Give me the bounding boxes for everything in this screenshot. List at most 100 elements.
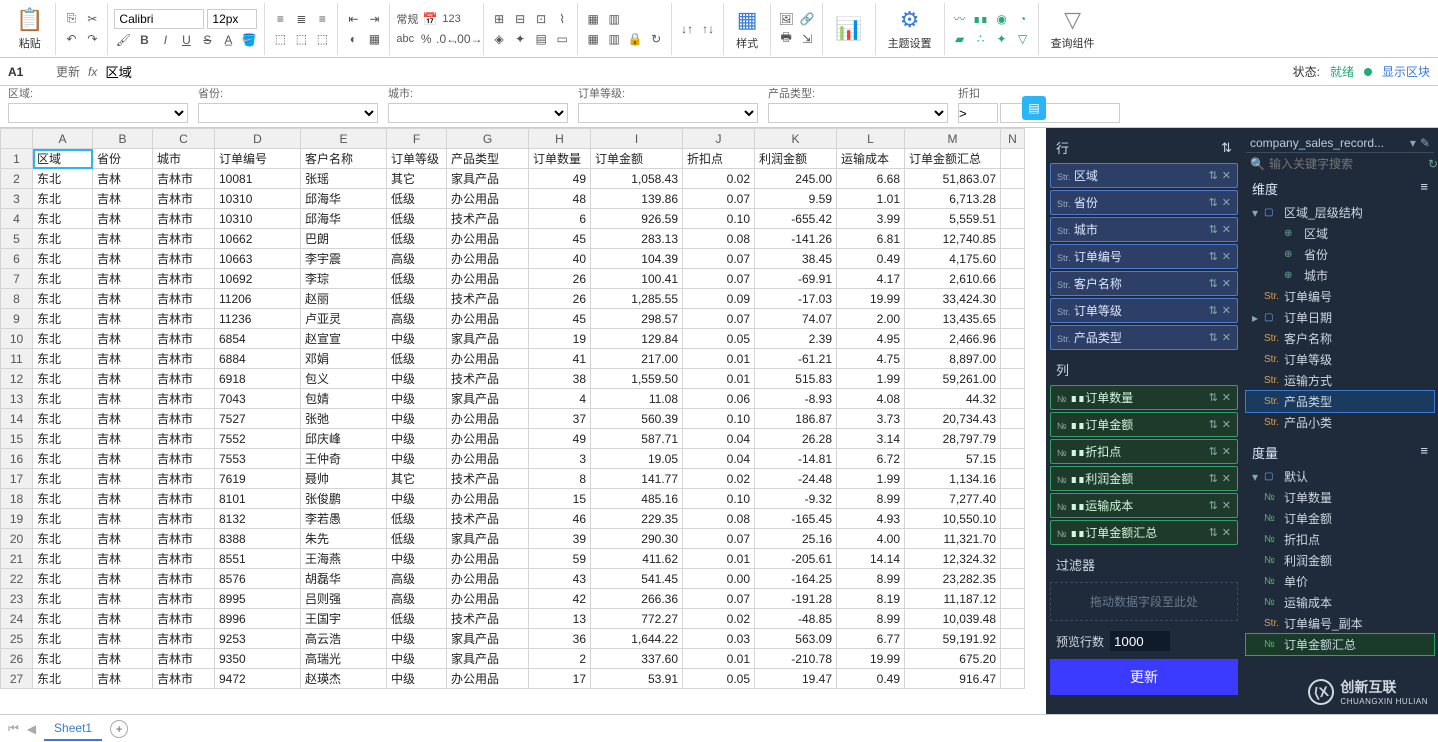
col-header[interactable]: F bbox=[387, 129, 447, 149]
cell[interactable]: 0.10 bbox=[683, 409, 755, 429]
cell[interactable]: 4,175.60 bbox=[905, 249, 1001, 269]
cell[interactable]: 办公用品 bbox=[447, 409, 529, 429]
cell[interactable]: 中级 bbox=[387, 329, 447, 349]
header-cell[interactable]: 折扣点 bbox=[683, 149, 755, 169]
cell[interactable]: 技术产品 bbox=[447, 209, 529, 229]
row-header[interactable]: 13 bbox=[1, 389, 33, 409]
cell[interactable]: 东北 bbox=[33, 589, 93, 609]
cell[interactable]: 办公用品 bbox=[447, 549, 529, 569]
sort-icon[interactable]: ⇅ bbox=[1209, 250, 1218, 263]
cell[interactable]: 家具产品 bbox=[447, 169, 529, 189]
cell[interactable]: 低级 bbox=[387, 289, 447, 309]
cell[interactable]: 10310 bbox=[215, 189, 301, 209]
cell[interactable]: 东北 bbox=[33, 509, 93, 529]
row-header[interactable]: 16 bbox=[1, 449, 33, 469]
sort-icon[interactable]: ⇅ bbox=[1221, 140, 1232, 156]
cell[interactable]: 吉林 bbox=[93, 169, 153, 189]
cell[interactable] bbox=[1001, 349, 1025, 369]
cell[interactable]: 14.14 bbox=[837, 549, 905, 569]
row-header[interactable]: 11 bbox=[1, 349, 33, 369]
cell[interactable]: 0.01 bbox=[683, 349, 755, 369]
header-cell[interactable]: 订单等级 bbox=[387, 149, 447, 169]
image-icon[interactable]: 🖼 bbox=[777, 10, 795, 28]
cell[interactable]: 8101 bbox=[215, 489, 301, 509]
edit-icon[interactable]: ✎ bbox=[1420, 136, 1430, 150]
cell[interactable]: 8576 bbox=[215, 569, 301, 589]
measure-item[interactable]: №利润金额 bbox=[1246, 550, 1434, 571]
col-header[interactable]: G bbox=[447, 129, 529, 149]
cell[interactable]: 0.03 bbox=[683, 629, 755, 649]
sheet-tab[interactable]: Sheet1 bbox=[44, 717, 102, 741]
cell[interactable]: -165.45 bbox=[755, 509, 837, 529]
font-color-icon[interactable]: A̲ bbox=[219, 31, 237, 49]
cell[interactable]: 包义 bbox=[301, 369, 387, 389]
sparkle-icon[interactable]: ✦ bbox=[511, 30, 529, 48]
cell[interactable]: 办公用品 bbox=[447, 429, 529, 449]
cell[interactable]: 办公用品 bbox=[447, 589, 529, 609]
row-header[interactable]: 26 bbox=[1, 649, 33, 669]
col-header[interactable]: D bbox=[215, 129, 301, 149]
col-pill[interactable]: № ∎∎订单金额⇅✕ bbox=[1050, 412, 1238, 437]
cell[interactable]: 高云浩 bbox=[301, 629, 387, 649]
cell[interactable]: 0.00 bbox=[683, 569, 755, 589]
cell[interactable]: 5,559.51 bbox=[905, 209, 1001, 229]
spreadsheet-grid[interactable]: ABCDEFGHIJKLMN1区域省份城市订单编号客户名称订单等级产品类型订单数… bbox=[0, 128, 1046, 714]
cell[interactable] bbox=[1001, 169, 1025, 189]
measure-item[interactable]: №运输成本 bbox=[1246, 592, 1434, 613]
refresh-icon[interactable]: ↻ bbox=[1428, 157, 1438, 171]
font-size-select[interactable] bbox=[207, 9, 257, 29]
cell[interactable]: 高级 bbox=[387, 589, 447, 609]
select-all-corner[interactable] bbox=[1, 129, 33, 149]
cell[interactable]: 其它 bbox=[387, 469, 447, 489]
remove-icon[interactable]: ✕ bbox=[1222, 331, 1231, 344]
row-header[interactable]: 22 bbox=[1, 569, 33, 589]
chart-pie-icon[interactable]: ◉ bbox=[993, 10, 1011, 28]
cell[interactable]: 2,610.66 bbox=[905, 269, 1001, 289]
cell[interactable] bbox=[1001, 409, 1025, 429]
cell[interactable]: 办公用品 bbox=[447, 349, 529, 369]
cell[interactable]: 10,550.10 bbox=[905, 509, 1001, 529]
cell[interactable]: 4.00 bbox=[837, 529, 905, 549]
cell[interactable]: 家具产品 bbox=[447, 389, 529, 409]
cell[interactable]: 3.14 bbox=[837, 429, 905, 449]
valign-bot-icon[interactable]: ⬚ bbox=[313, 30, 331, 48]
chart-area-icon[interactable]: ▰ bbox=[951, 30, 969, 48]
cell[interactable]: 东北 bbox=[33, 189, 93, 209]
cell[interactable]: 赵瑛杰 bbox=[301, 669, 387, 689]
col-header[interactable]: K bbox=[755, 129, 837, 149]
cell[interactable]: 东北 bbox=[33, 409, 93, 429]
filter-discount-value[interactable] bbox=[1000, 103, 1120, 123]
row-header[interactable]: 17 bbox=[1, 469, 33, 489]
chart-scatter-icon[interactable]: ∴ bbox=[972, 30, 990, 48]
sort-icon[interactable]: ⇅ bbox=[1209, 223, 1218, 236]
cell[interactable]: 0.04 bbox=[683, 449, 755, 469]
format-normal[interactable]: 常规 bbox=[396, 10, 418, 28]
cell[interactable]: 吉林 bbox=[93, 629, 153, 649]
cell[interactable]: 28,797.79 bbox=[905, 429, 1001, 449]
cell[interactable] bbox=[1001, 329, 1025, 349]
cell[interactable]: 38 bbox=[529, 369, 591, 389]
cell[interactable]: 东北 bbox=[33, 349, 93, 369]
cell[interactable] bbox=[1001, 549, 1025, 569]
number-123[interactable]: 123 bbox=[442, 10, 460, 28]
cell[interactable]: 37 bbox=[529, 409, 591, 429]
row-header[interactable]: 5 bbox=[1, 229, 33, 249]
cell[interactable]: 19.99 bbox=[837, 649, 905, 669]
cell[interactable]: -191.28 bbox=[755, 589, 837, 609]
header-cell[interactable]: 运输成本 bbox=[837, 149, 905, 169]
style-button[interactable]: ▦ 样式 bbox=[730, 5, 764, 53]
dim-item[interactable]: ⊕省份 bbox=[1246, 244, 1434, 265]
cell[interactable]: 41 bbox=[529, 349, 591, 369]
cell[interactable]: 吉林市 bbox=[153, 209, 215, 229]
indent-dec-icon[interactable]: ⇤ bbox=[344, 10, 362, 28]
cell[interactable]: 技术产品 bbox=[447, 289, 529, 309]
cell[interactable]: 26.28 bbox=[755, 429, 837, 449]
cell[interactable]: 2,466.96 bbox=[905, 329, 1001, 349]
sort-icon[interactable]: ⇅ bbox=[1209, 196, 1218, 209]
cell[interactable]: 吉林市 bbox=[153, 589, 215, 609]
cell[interactable]: 办公用品 bbox=[447, 269, 529, 289]
cell[interactable]: 8.19 bbox=[837, 589, 905, 609]
cell[interactable]: 巴朗 bbox=[301, 229, 387, 249]
cell[interactable]: 办公用品 bbox=[447, 449, 529, 469]
sort-icon[interactable]: ⇅ bbox=[1209, 331, 1218, 344]
